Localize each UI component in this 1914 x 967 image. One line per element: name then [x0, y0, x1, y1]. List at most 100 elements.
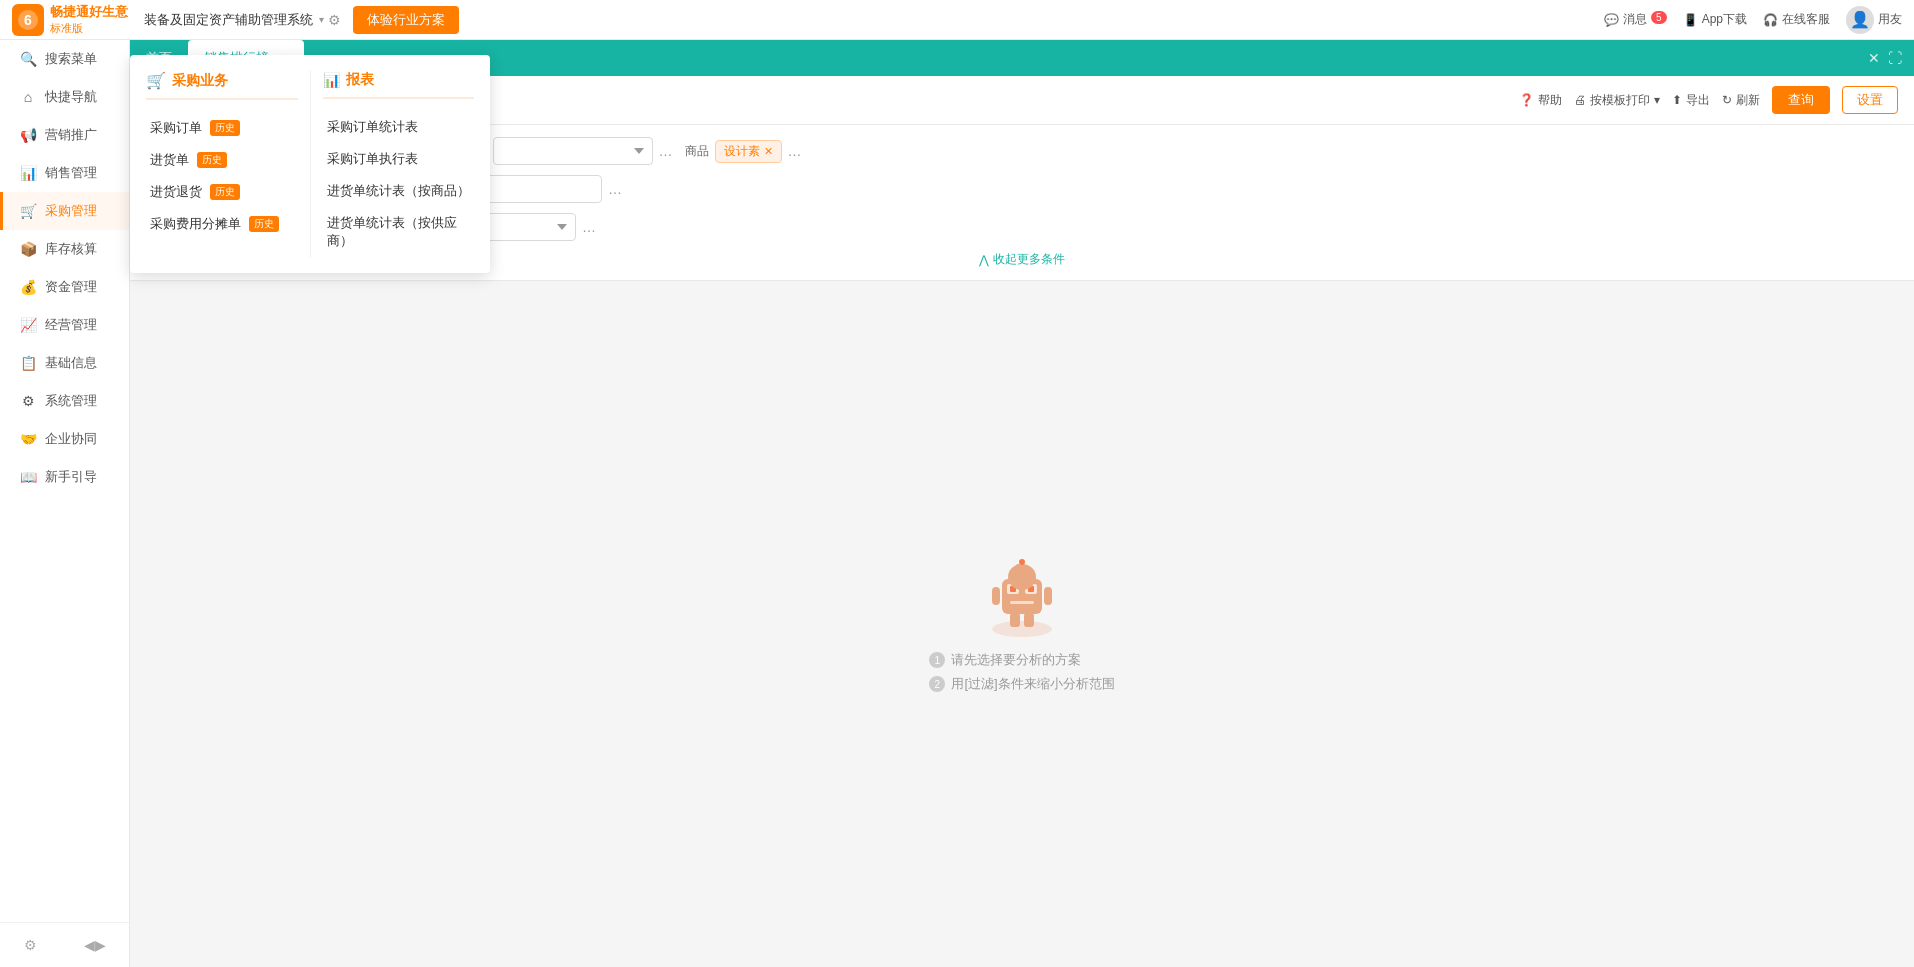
- user-menu-btn[interactable]: 👤 用友: [1846, 6, 1902, 34]
- sidebar-item-sales[interactable]: 📊 销售管理: [0, 154, 129, 192]
- purchase-menu-icon: 🛒: [146, 71, 166, 90]
- sidebar-label-purchase: 采购管理: [45, 202, 97, 220]
- sidebar-item-newbie[interactable]: 📖新手引导: [0, 458, 129, 496]
- sidebar-label-quick-nav: 快捷导航: [45, 88, 97, 106]
- goods-tag-close-icon[interactable]: ✕: [764, 145, 773, 158]
- data-area: 1 请先选择要分析的方案 2 用[过滤]条件来缩小分析范围: [130, 281, 1914, 967]
- sidebar-label-enterprise: 企业协同: [45, 430, 97, 448]
- sidebar-items: 🔍搜索菜单⌂快捷导航 📢 营销推广 📊 销售管理 🛒 采购管理 📦 库存核算 💰 资金管理 📈经营管理…: [0, 40, 129, 496]
- report-menu-icon: 📊: [323, 72, 340, 88]
- goods-more-icon[interactable]: …: [788, 143, 802, 159]
- dropdown-item-采购订单[interactable]: 采购订单历史: [146, 112, 298, 144]
- sidebar-label-basic-info: 基础信息: [45, 354, 97, 372]
- doc-status-select[interactable]: [493, 137, 653, 165]
- print-arrow-icon[interactable]: ▾: [1654, 93, 1660, 107]
- dropdown-item-进货单[interactable]: 进货单历史: [146, 144, 298, 176]
- sidebar-label-marketing: 营销推广: [45, 126, 97, 144]
- dropdown-col-1: 🛒 采购业务 采购订单历史进货单历史进货退货历史采购费用分摊单历史: [146, 71, 298, 257]
- sidebar-icon-system: ⚙: [19, 392, 37, 410]
- sidebar-item-quick-nav[interactable]: ⌂快捷导航: [0, 78, 129, 116]
- logo-area: 6 畅捷通好生意 标准版: [12, 4, 128, 36]
- app-title: 装备及固定资产辅助管理系统 ▾: [144, 11, 324, 29]
- dropdown-item-进货单统计表按商品[interactable]: 进货单统计表（按商品）: [323, 175, 475, 207]
- online-service-btn[interactable]: 🎧 在线客服: [1763, 11, 1830, 28]
- sidebar-icon-finance: 💰: [19, 278, 37, 296]
- top-bar-right: 💬 消息 5 📱 App下载 🎧 在线客服 👤 用友: [1604, 6, 1902, 34]
- messages-btn[interactable]: 💬 消息 5: [1604, 11, 1667, 28]
- dropdown-item-采购费用分摊单[interactable]: 采购费用分摊单历史: [146, 208, 298, 240]
- hint-num-2: 2: [929, 676, 945, 692]
- settings-action-btn[interactable]: 设置: [1842, 86, 1898, 114]
- sidebar-label-newbie: 新手引导: [45, 468, 97, 486]
- help-icon: ❓: [1519, 93, 1534, 107]
- refresh-btn[interactable]: ↻ 刷新: [1722, 92, 1760, 109]
- history-badge: 历史: [197, 152, 227, 168]
- print-btn[interactable]: 🖨 按模板打印 ▾: [1574, 92, 1660, 109]
- phone-icon: 📱: [1683, 13, 1698, 27]
- history-badge: 历史: [210, 184, 240, 200]
- doc-status-more-icon[interactable]: …: [659, 143, 673, 159]
- goods-tag: 设计素 ✕: [715, 140, 782, 163]
- sidebar-item-enterprise[interactable]: 🤝 企业协同: [0, 420, 129, 458]
- sales-staff-more-icon[interactable]: …: [608, 181, 622, 197]
- svg-text:6: 6: [24, 12, 32, 28]
- sidebar-item-purchase[interactable]: 🛒 采购管理: [0, 192, 129, 230]
- sidebar-item-marketing[interactable]: 📢 营销推广: [0, 116, 129, 154]
- customer-more-icon[interactable]: …: [582, 219, 596, 235]
- sidebar-item-finance[interactable]: 💰 资金管理: [0, 268, 129, 306]
- avatar: 👤: [1846, 6, 1874, 34]
- sidebar-label-inventory: 库存核算: [45, 240, 97, 258]
- sidebar-label-finance: 资金管理: [45, 278, 97, 296]
- sidebar-item-basic-info[interactable]: 📋基础信息: [0, 344, 129, 382]
- export-btn[interactable]: ⬆ 导出: [1672, 92, 1710, 109]
- tab-maximize-btn[interactable]: ⛶: [1888, 50, 1902, 66]
- svg-rect-11: [1010, 613, 1020, 627]
- empty-state: 1 请先选择要分析的方案 2 用[过滤]条件来缩小分析范围: [929, 549, 1114, 699]
- history-badge: 历史: [210, 120, 240, 136]
- sidebar-item-inventory[interactable]: 📦 库存核算: [0, 230, 129, 268]
- industry-btn[interactable]: 体验行业方案: [353, 6, 459, 34]
- dropdown-item-采购订单执行表[interactable]: 采购订单执行表: [323, 143, 475, 175]
- sidebar-icon-enterprise: 🤝: [19, 430, 37, 448]
- svg-point-15: [1019, 559, 1025, 565]
- empty-illustration: [972, 549, 1072, 639]
- sidebar-settings-btn[interactable]: ⚙: [20, 933, 41, 957]
- dropdown-col2-header: 📊 报表: [323, 71, 475, 99]
- collapse-btn[interactable]: ⋀ 收起更多条件: [979, 251, 1065, 268]
- svg-point-2: [992, 621, 1052, 637]
- dropdown-col2-items: 采购订单统计表采购订单执行表进货单统计表（按商品）进货单统计表（按供应商）: [323, 111, 475, 257]
- sidebar-label-system: 系统管理: [45, 392, 97, 410]
- query-btn[interactable]: 查询: [1772, 86, 1830, 114]
- tab-close-window-btn[interactable]: ✕: [1868, 50, 1880, 66]
- svg-rect-9: [992, 587, 1000, 605]
- sidebar-icon-inventory: 📦: [19, 240, 37, 258]
- settings-gear-icon[interactable]: ⚙: [328, 12, 341, 28]
- sidebar-icon-search: 🔍: [19, 50, 37, 68]
- dropdown-item-进货单统计表按供应商[interactable]: 进货单统计表（按供应商）: [323, 207, 475, 257]
- svg-rect-8: [1010, 601, 1034, 604]
- dropdown-divider: [310, 71, 311, 257]
- sidebar-bottom: ⚙ ◀▶: [0, 922, 129, 967]
- dropdown-item-采购订单统计表[interactable]: 采购订单统计表: [323, 111, 475, 143]
- sidebar: 🔍搜索菜单⌂快捷导航 📢 营销推广 📊 销售管理 🛒 采购管理 📦 库存核算 💰 资金管理 📈经营管理…: [0, 40, 130, 967]
- sidebar-icon-purchase: 🛒: [19, 202, 37, 220]
- sidebar-label-sales: 销售管理: [45, 164, 97, 182]
- sidebar-icon-marketing: 📢: [19, 126, 37, 144]
- title-arrow-icon[interactable]: ▾: [319, 14, 324, 25]
- app-download-btn[interactable]: 📱 App下载: [1683, 11, 1747, 28]
- top-bar: 6 畅捷通好生意 标准版 装备及固定资产辅助管理系统 ▾ ⚙ 体验行业方案 💬 …: [0, 0, 1914, 40]
- svg-point-13: [1008, 564, 1036, 590]
- logo-text: 畅捷通好生意 标准版: [50, 4, 128, 35]
- svg-rect-12: [1024, 613, 1034, 627]
- collapse-icon: ⋀: [979, 253, 989, 267]
- filter-goods: 商品 设计素 ✕ …: [685, 140, 802, 163]
- sidebar-item-operations[interactable]: 📈经营管理: [0, 306, 129, 344]
- sidebar-item-search[interactable]: 🔍搜索菜单: [0, 40, 129, 78]
- dropdown-item-进货退货[interactable]: 进货退货历史: [146, 176, 298, 208]
- help-btn[interactable]: ❓ 帮助: [1519, 92, 1562, 109]
- sidebar-icon-sales: 📊: [19, 164, 37, 182]
- empty-text: 1 请先选择要分析的方案 2 用[过滤]条件来缩小分析范围: [929, 651, 1114, 699]
- sidebar-item-system[interactable]: ⚙ 系统管理: [0, 382, 129, 420]
- sidebar-collapse-btn[interactable]: ◀▶: [80, 933, 110, 957]
- dropdown-columns: 🛒 采购业务 采购订单历史进货单历史进货退货历史采购费用分摊单历史 📊 报表 采…: [146, 71, 474, 257]
